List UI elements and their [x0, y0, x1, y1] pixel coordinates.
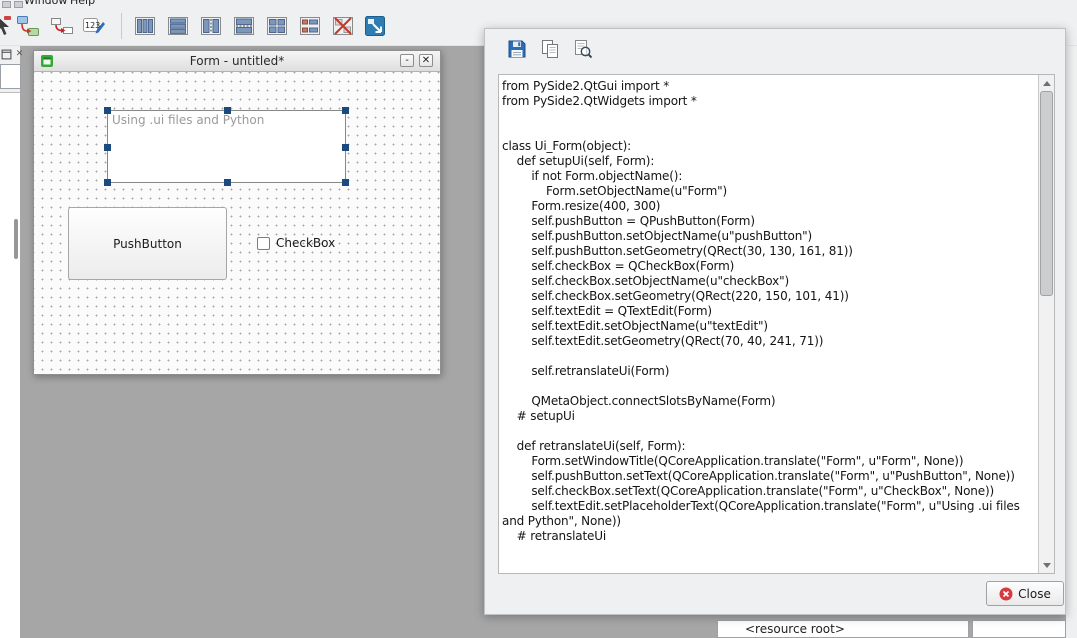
selection-handle[interactable] — [342, 107, 349, 114]
form-window-titlebar[interactable]: Form - untitled* - ✕ — [34, 51, 440, 72]
selection-handle[interactable] — [104, 144, 111, 151]
resource-browser-panel: <resource root> — [717, 620, 969, 638]
pushbutton-widget[interactable]: PushButton — [68, 207, 227, 280]
copy-icon[interactable] — [539, 38, 561, 60]
form-editor-window: Form - untitled* - ✕ Using .ui files and… — [33, 50, 441, 375]
lay-out-form-layout-icon[interactable] — [298, 14, 322, 38]
form-window-title: Form - untitled* — [34, 51, 440, 71]
edit-tab-order-icon[interactable]: 123 — [82, 14, 106, 38]
code-scrollbar[interactable] — [1038, 75, 1054, 573]
lay-out-horizontally-icon[interactable] — [133, 14, 157, 38]
adjust-size-icon[interactable] — [363, 14, 387, 38]
checkbox-label: CheckBox — [276, 236, 335, 250]
toolbar-separator — [121, 13, 122, 39]
selection-handle[interactable] — [224, 179, 231, 186]
form-icon — [41, 55, 53, 67]
find-icon[interactable] — [572, 38, 594, 60]
checkbox-widget[interactable]: CheckBox — [257, 236, 335, 250]
save-icon[interactable] — [506, 38, 528, 60]
selection-handle[interactable] — [104, 179, 111, 186]
widget-box-dock: ✕ — [0, 45, 20, 638]
menubar: Window Help — [0, 0, 1077, 8]
qt-designer-window: Window Help 123 — [0, 0, 1077, 638]
break-layout-icon[interactable] — [331, 14, 355, 38]
code-text: from PySide2.QtGui import * from PySide2… — [502, 79, 1037, 571]
lay-out-vertically-icon[interactable] — [166, 14, 190, 38]
selection-handle[interactable] — [342, 179, 349, 186]
resource-root-item[interactable]: <resource root> — [745, 622, 845, 636]
dock-scrollbar-thumb[interactable] — [14, 219, 18, 259]
edit-signals-slots-icon[interactable] — [16, 14, 40, 38]
close-button-label: Close — [1018, 587, 1051, 601]
scroll-up-arrow-icon[interactable] — [1039, 76, 1054, 90]
textedit-widget[interactable]: Using .ui files and Python — [107, 110, 346, 183]
code-dialog-toolbar — [506, 38, 594, 60]
menubar-app-icon — [14, 1, 23, 8]
selection-handle[interactable] — [104, 107, 111, 114]
menu-help[interactable]: Help — [70, 0, 95, 7]
dock-close-icon[interactable]: ✕ — [14, 49, 25, 60]
dock-float-icon[interactable] — [1, 49, 12, 60]
selection-handle[interactable] — [224, 107, 231, 114]
edit-widgets-icon[interactable] — [0, 14, 14, 38]
widget-box-list[interactable] — [0, 92, 20, 638]
close-circle-icon — [999, 587, 1013, 601]
checkbox-indicator[interactable] — [257, 237, 270, 250]
minimize-button[interactable]: - — [400, 54, 414, 67]
menu-window[interactable]: Window — [24, 0, 67, 7]
selection-handle[interactable] — [342, 144, 349, 151]
scroll-down-arrow-icon[interactable] — [1039, 558, 1054, 572]
code-view[interactable]: from PySide2.QtGui import * from PySide2… — [498, 74, 1055, 574]
lay-out-horizontal-splitter-icon[interactable] — [199, 14, 223, 38]
scrollbar-thumb[interactable] — [1040, 91, 1053, 296]
python-code-dialog: from PySide2.QtGui import * from PySide2… — [484, 28, 1066, 615]
form-canvas[interactable]: Using .ui files and Python PushButton Ch… — [34, 72, 440, 374]
edit-buddies-icon[interactable] — [50, 14, 74, 38]
dialog-close-button[interactable]: Close — [986, 581, 1064, 606]
widget-filter-input[interactable] — [0, 64, 21, 89]
menubar-grip-icon — [2, 1, 11, 8]
textedit-placeholder: Using .ui files and Python — [112, 113, 264, 127]
lay-out-vertical-splitter-icon[interactable] — [232, 14, 256, 38]
lay-out-grid-icon[interactable] — [265, 14, 289, 38]
close-button[interactable]: ✕ — [419, 54, 433, 67]
resource-side-panel — [972, 620, 1066, 638]
